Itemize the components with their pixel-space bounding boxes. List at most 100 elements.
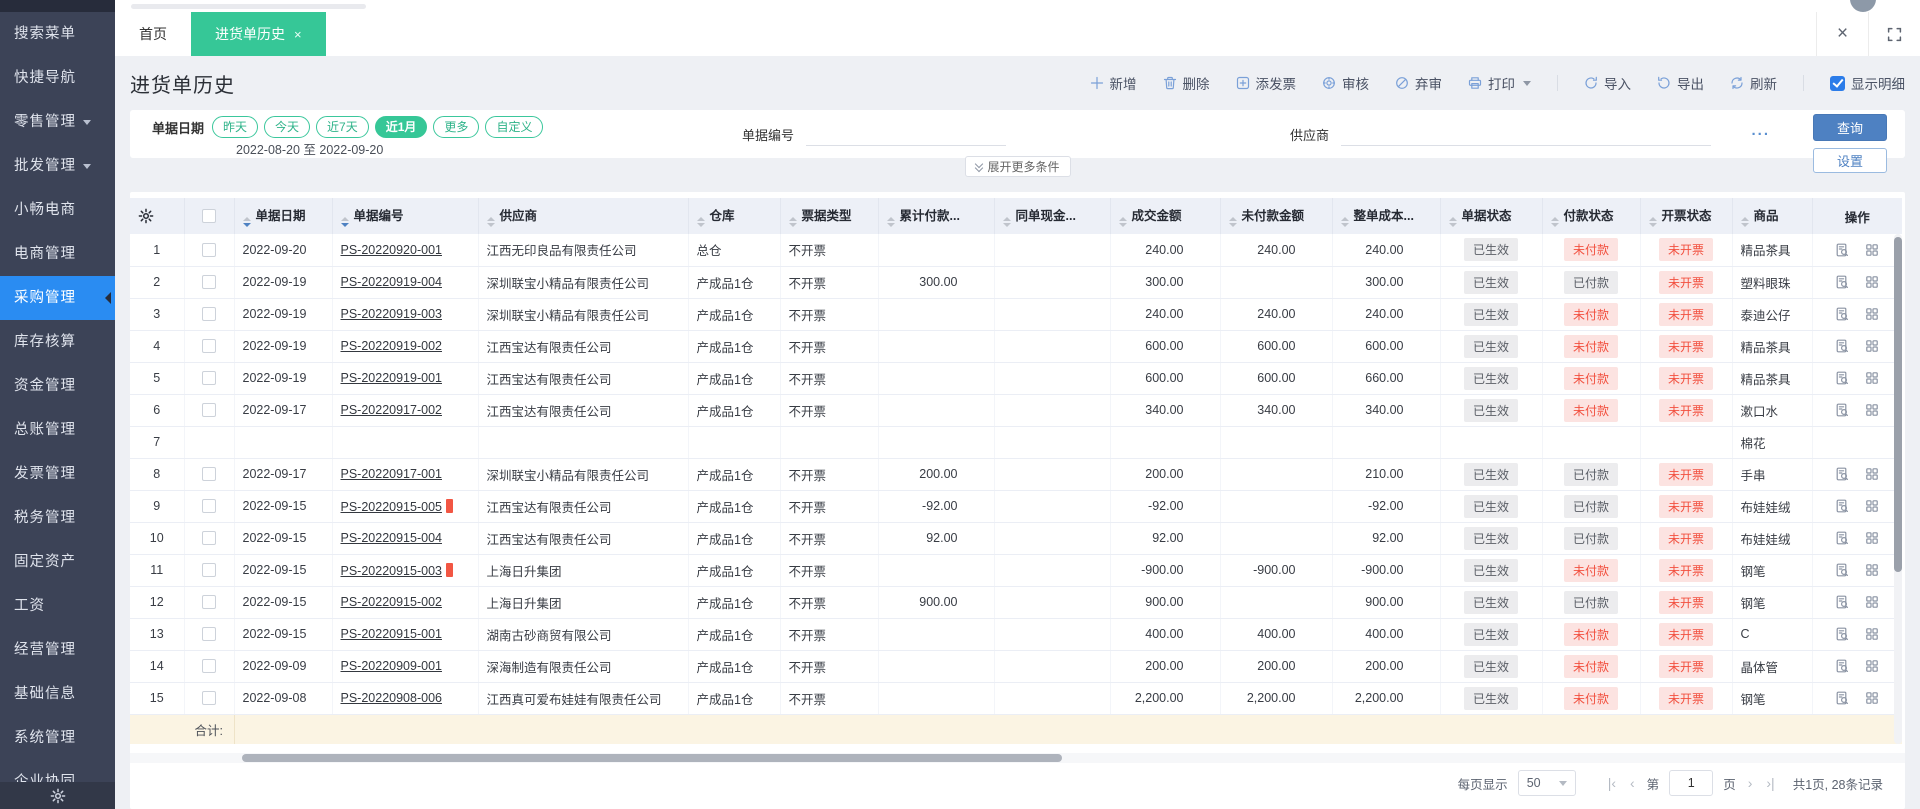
doc-search-icon[interactable] xyxy=(1835,563,1849,577)
sidebar-item-general-ledger[interactable]: 总账管理 xyxy=(0,408,115,452)
doc-search-icon[interactable] xyxy=(1835,627,1849,641)
sort-icon[interactable] xyxy=(340,217,349,227)
new-button[interactable]: 新增 xyxy=(1090,73,1137,93)
grid-icon[interactable] xyxy=(1865,595,1879,609)
row-checkbox[interactable] xyxy=(202,499,216,514)
sidebar-item-payroll[interactable]: 工资 xyxy=(0,584,115,628)
sort-icon[interactable] xyxy=(486,217,495,227)
add-invoice-button[interactable]: 添发票 xyxy=(1236,73,1296,93)
grid-icon[interactable] xyxy=(1865,659,1879,673)
sort-icon[interactable] xyxy=(1118,217,1127,227)
order-number-link[interactable]: PS-20220915-004 xyxy=(341,531,442,545)
grid-icon[interactable] xyxy=(1865,307,1879,321)
row-checkbox[interactable] xyxy=(202,371,216,386)
column-header-pay[interactable]: 付款状态 xyxy=(1542,198,1641,234)
row-checkbox[interactable] xyxy=(202,563,216,578)
column-settings-header[interactable] xyxy=(130,198,185,234)
last-page-icon[interactable]: ›| xyxy=(1764,775,1776,791)
order-number-link[interactable]: PS-20220909-001 xyxy=(341,659,442,673)
grid-icon[interactable] xyxy=(1865,691,1879,705)
doc-search-icon[interactable] xyxy=(1835,531,1849,545)
row-checkbox[interactable] xyxy=(202,243,216,258)
grid-icon[interactable] xyxy=(1865,403,1879,417)
more-filters-icon[interactable]: ... xyxy=(1751,122,1770,139)
close-icon[interactable]: × xyxy=(1816,12,1868,56)
horizontal-scrollbar-thumb[interactable] xyxy=(242,754,1062,762)
export-button[interactable]: 导出 xyxy=(1657,73,1704,93)
import-button[interactable]: 导入 xyxy=(1584,73,1631,93)
row-checkbox[interactable] xyxy=(202,467,216,482)
column-header-wh[interactable]: 仓库 xyxy=(688,198,781,234)
delete-button[interactable]: 删除 xyxy=(1163,73,1210,93)
grid-icon[interactable] xyxy=(1865,275,1879,289)
column-header-unpaid[interactable]: 未付款金额 xyxy=(1220,198,1333,234)
date-pill-3[interactable]: 近1月 xyxy=(374,116,428,138)
order-number-link[interactable]: PS-20220917-002 xyxy=(341,403,442,417)
grid-icon[interactable] xyxy=(1865,339,1879,353)
settings-button[interactable]: 设置 xyxy=(1813,148,1887,173)
sort-icon[interactable] xyxy=(696,217,705,227)
first-page-icon[interactable]: |‹ xyxy=(1606,775,1618,791)
order-number-link[interactable]: PS-20220915-005 xyxy=(341,500,442,514)
doc-search-icon[interactable] xyxy=(1835,659,1849,673)
order-number-link[interactable]: PS-20220915-001 xyxy=(341,627,442,641)
row-checkbox[interactable] xyxy=(202,339,216,354)
sidebar-item-inventory-accounting[interactable]: 库存核算 xyxy=(0,320,115,364)
order-number-link[interactable]: PS-20220919-004 xyxy=(341,275,442,289)
page-input[interactable] xyxy=(1669,770,1714,796)
order-number-link[interactable]: PS-20220919-002 xyxy=(341,339,442,353)
order-no-input[interactable] xyxy=(806,126,1007,146)
date-pill-1[interactable]: 今天 xyxy=(264,116,311,138)
sidebar-item-invoice-mgmt[interactable]: 发票管理 xyxy=(0,452,115,496)
sort-icon[interactable] xyxy=(1740,217,1749,227)
sort-icon[interactable] xyxy=(788,217,797,227)
show-detail-checkbox[interactable] xyxy=(1830,75,1845,91)
order-number-link[interactable]: PS-20220919-003 xyxy=(341,307,442,321)
doc-search-icon[interactable] xyxy=(1835,403,1849,417)
doc-search-icon[interactable] xyxy=(1835,467,1849,481)
date-pill-0[interactable]: 昨天 xyxy=(212,116,259,138)
column-header-cost[interactable]: 整单成本... xyxy=(1332,198,1441,234)
row-checkbox[interactable] xyxy=(202,627,216,642)
fullscreen-icon[interactable] xyxy=(1868,12,1920,56)
sidebar-item-operation-mgmt[interactable]: 经营管理 xyxy=(0,628,115,672)
sort-icon[interactable] xyxy=(1228,217,1237,227)
doc-search-icon[interactable] xyxy=(1835,339,1849,353)
prev-page-icon[interactable]: ‹ xyxy=(1628,775,1637,791)
next-page-icon[interactable]: › xyxy=(1746,775,1755,791)
column-header-ticket[interactable]: 票据类型 xyxy=(780,198,879,234)
doc-search-icon[interactable] xyxy=(1835,499,1849,513)
refresh-button[interactable]: 刷新 xyxy=(1730,73,1777,93)
tab-close-icon[interactable]: × xyxy=(294,27,302,42)
query-button[interactable]: 查询 xyxy=(1813,114,1887,141)
row-checkbox[interactable] xyxy=(202,403,216,418)
column-header-amount[interactable]: 成交金额 xyxy=(1110,198,1221,234)
abandon-audit-button[interactable]: 弃审 xyxy=(1395,73,1442,93)
sort-icon[interactable] xyxy=(1340,217,1349,227)
avatar[interactable] xyxy=(1850,0,1876,12)
order-number-link[interactable]: PS-20220920-001 xyxy=(341,243,442,257)
order-number-link[interactable]: PS-20220919-001 xyxy=(341,371,442,385)
doc-search-icon[interactable] xyxy=(1835,371,1849,385)
gear-icon[interactable] xyxy=(50,788,66,804)
sort-icon[interactable] xyxy=(242,217,251,227)
order-number-link[interactable]: PS-20220908-006 xyxy=(341,691,442,705)
sidebar-item-fixed-assets[interactable]: 固定资产 xyxy=(0,540,115,584)
sidebar-item-funds-mgmt[interactable]: 资金管理 xyxy=(0,364,115,408)
grid-icon[interactable] xyxy=(1865,563,1879,577)
tab-purchase-history[interactable]: 进货单历史 × xyxy=(191,12,326,56)
order-number-link[interactable]: PS-20220915-002 xyxy=(341,595,442,609)
column-header-inv[interactable]: 开票状态 xyxy=(1640,198,1733,234)
grid-icon[interactable] xyxy=(1865,499,1879,513)
vertical-scrollbar-thumb[interactable] xyxy=(1894,237,1902,572)
grid-icon[interactable] xyxy=(1865,467,1879,481)
expand-more-button[interactable]: 展开更多条件 xyxy=(964,156,1071,177)
column-header-cash[interactable]: 同单现金... xyxy=(994,198,1111,234)
doc-search-icon[interactable] xyxy=(1835,595,1849,609)
sidebar-item-wholesale-mgmt[interactable]: 批发管理 xyxy=(0,144,115,188)
row-checkbox[interactable] xyxy=(202,691,216,706)
order-number-link[interactable]: PS-20220917-001 xyxy=(341,467,442,481)
column-header-product[interactable]: 商品 xyxy=(1732,198,1813,234)
sidebar-item-xiaochang-ecommerce[interactable]: 小畅电商 xyxy=(0,188,115,232)
audit-button[interactable]: 审核 xyxy=(1322,73,1369,93)
